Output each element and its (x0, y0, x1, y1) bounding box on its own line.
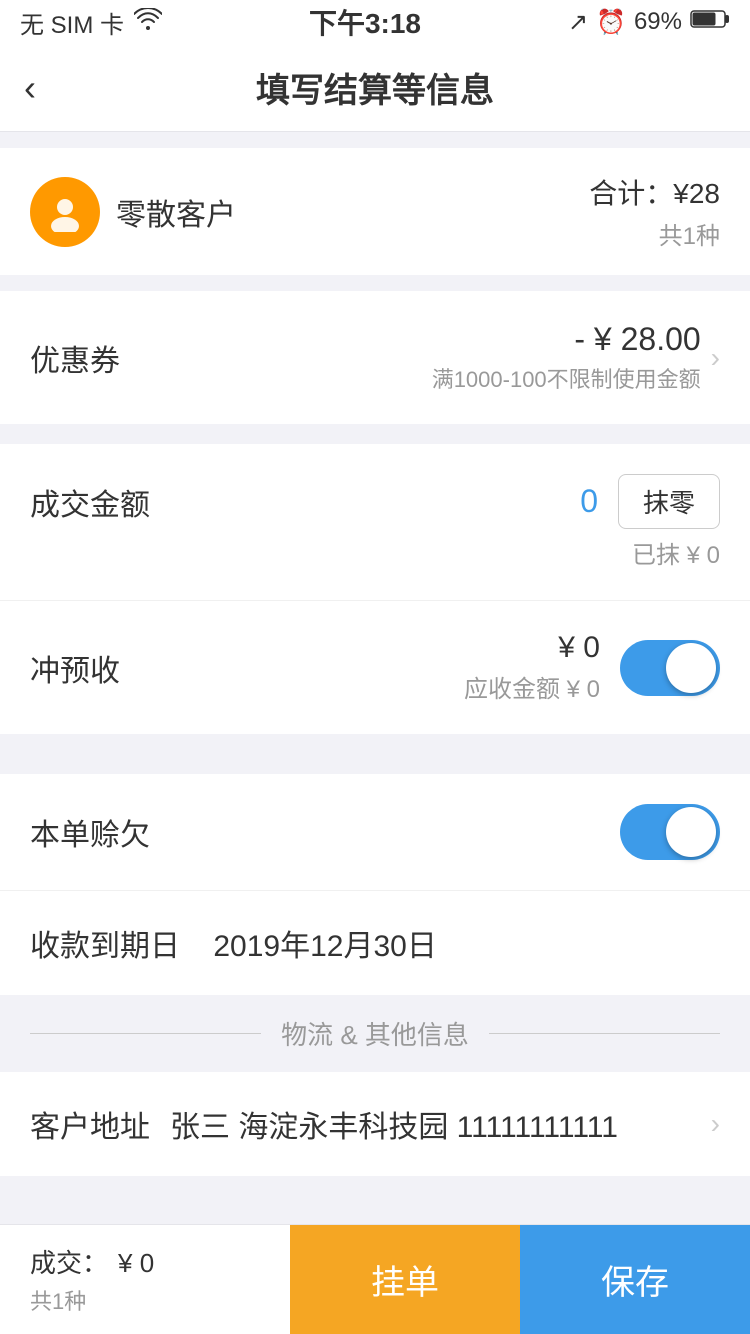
content: 零散客户 合计：¥28 共1种 优惠券 - ¥ 28.00 满1000-100不… (0, 132, 750, 1296)
logistics-header: 物流 & 其他信息 (0, 995, 750, 1072)
prepay-info: ¥ 0 应收金额 ¥ 0 (464, 631, 600, 704)
section-divider-2 (0, 734, 750, 754)
customer-section: 零散客户 合计：¥28 共1种 (0, 148, 750, 275)
total-count: 共1种 (589, 216, 720, 251)
transaction-section: 成交金额 0 抹零 已抹 ¥ 0 (0, 444, 750, 600)
status-time: 下午3:18 (309, 2, 421, 42)
transaction-label: 成交金额 (30, 480, 150, 524)
coupon-desc: 满1000-100不限制使用金额 (432, 362, 701, 394)
pending-button[interactable]: 挂单 (290, 1225, 520, 1334)
location-icon: ↗ (568, 8, 588, 37)
due-date-label: 收款到期日 (30, 930, 180, 963)
footer: 成交： ¥ 0 共1种 挂单 保存 (0, 1224, 750, 1334)
battery-icon (690, 8, 730, 36)
debt-label: 本单赊欠 (30, 810, 150, 854)
alarm-icon: ⏰ (596, 8, 626, 37)
toggle-knob (666, 643, 716, 693)
save-button[interactable]: 保存 (520, 1225, 750, 1334)
coupon-amount: - ¥ 28.00 (432, 321, 701, 358)
status-right: ↗ ⏰ 69% (568, 8, 730, 37)
transaction-row: 成交金额 0 抹零 (30, 474, 720, 529)
prepay-desc: 应收金额 ¥ 0 (464, 669, 600, 704)
battery-text: 69% (634, 8, 682, 36)
due-date-section: 收款到期日 2019年12月30日 (0, 890, 750, 995)
debt-toggle-knob (666, 807, 716, 857)
address-chevron-icon: › (711, 1108, 720, 1140)
footer-count: 共1种 (30, 1284, 260, 1316)
coupon-info: - ¥ 28.00 满1000-100不限制使用金额 (432, 321, 701, 394)
page-title: 填写结算等信息 (256, 63, 494, 112)
prepay-label: 冲预收 (30, 646, 120, 690)
coupon-right: - ¥ 28.00 满1000-100不限制使用金额 › (432, 321, 720, 394)
nav-bar: ‹ 填写结算等信息 (0, 44, 750, 132)
customer-avatar (30, 177, 100, 247)
customer-total: 合计：¥28 共1种 (589, 172, 720, 251)
back-button[interactable]: ‹ (24, 67, 36, 109)
wifi-icon (134, 8, 162, 37)
logistics-line-left (30, 1033, 261, 1034)
prepay-section: 冲预收 ¥ 0 应收金额 ¥ 0 (0, 600, 750, 734)
status-left: 无 SIM 卡 (20, 5, 162, 40)
prepay-value: ¥ 0 (464, 631, 600, 665)
address-label: 客户地址 (30, 1102, 150, 1146)
logistics-title: 物流 & 其他信息 (281, 1015, 469, 1052)
footer-deal-label: 成交： (30, 1243, 108, 1280)
due-date-value: 2019年12月30日 (213, 930, 436, 963)
coupon-label: 优惠券 (30, 336, 120, 380)
logistics-title-line: 物流 & 其他信息 (30, 1015, 720, 1052)
footer-info: 成交： ¥ 0 共1种 (0, 1243, 290, 1316)
address-value: 张三 海淀永丰科技园 11111111111 (170, 1102, 711, 1146)
coupon-section[interactable]: 优惠券 - ¥ 28.00 满1000-100不限制使用金额 › (0, 291, 750, 424)
debt-section: 本单赊欠 (0, 774, 750, 890)
due-date-text: 收款到期日 2019年12月30日 (30, 930, 437, 963)
total-amount: 合计：¥28 (589, 172, 720, 212)
transaction-value: 0 (580, 483, 598, 520)
round-zero-button[interactable]: 抹零 (618, 474, 720, 529)
prepay-row: 冲预收 ¥ 0 应收金额 ¥ 0 (30, 631, 720, 704)
section-divider-1 (0, 424, 750, 444)
debt-toggle[interactable] (620, 804, 720, 860)
footer-deal-value: ¥ 0 (118, 1248, 154, 1279)
logistics-line-right (489, 1033, 720, 1034)
customer-name: 零散客户 (116, 190, 236, 234)
footer-deal: 成交： ¥ 0 (30, 1243, 260, 1280)
status-bar: 无 SIM 卡 下午3:18 ↗ ⏰ 69% (0, 0, 750, 44)
address-section[interactable]: 客户地址 张三 海淀永丰科技园 11111111111 › (0, 1072, 750, 1176)
already-zeroed: 已抹 ¥ 0 (30, 535, 720, 570)
prepay-toggle[interactable] (620, 640, 720, 696)
transaction-right: 0 抹零 (580, 474, 720, 529)
no-sim-text: 无 SIM 卡 (20, 5, 124, 40)
prepay-right: ¥ 0 应收金额 ¥ 0 (464, 631, 720, 704)
coupon-chevron-icon: › (711, 342, 720, 374)
customer-left: 零散客户 (30, 177, 236, 247)
